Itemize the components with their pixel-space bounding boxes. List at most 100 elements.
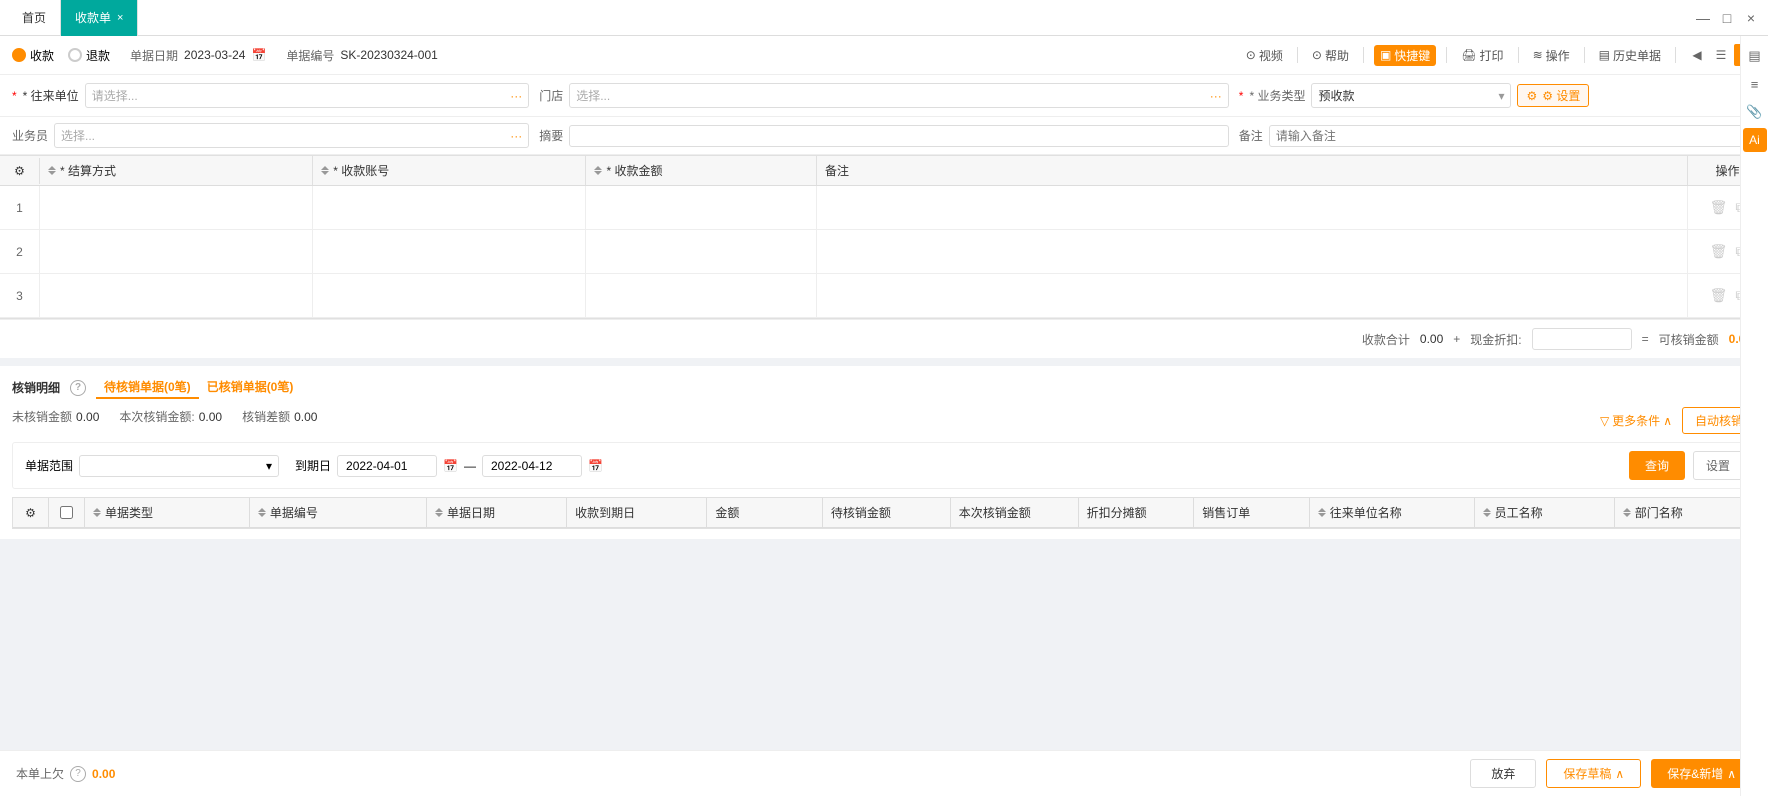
sort-settlement[interactable] bbox=[48, 166, 56, 175]
party-more-icon[interactable]: ··· bbox=[510, 89, 522, 103]
table-row: 1 🗑 ⧉ bbox=[0, 186, 1768, 230]
delete-row1-icon[interactable]: 🗑 bbox=[1710, 199, 1728, 216]
verified-tab[interactable]: 已核销单据(0笔) bbox=[199, 376, 302, 399]
store-input[interactable]: 选择... ··· bbox=[569, 83, 1229, 108]
operations-button[interactable]: ≋ 操作 bbox=[1529, 45, 1574, 66]
unclaimed-stat: 未核销金额 0.00 bbox=[12, 408, 99, 425]
business-required: * bbox=[1239, 89, 1244, 103]
tab-current[interactable]: 收款单 × bbox=[61, 0, 138, 36]
bth-discount: 折扣分摊额 bbox=[1079, 498, 1195, 527]
bth-thistime: 本次核销金额 bbox=[951, 498, 1079, 527]
tab-close-icon[interactable]: × bbox=[117, 12, 123, 24]
summary-label: 摘要 bbox=[539, 127, 563, 144]
cal-end-icon[interactable]: 📅 bbox=[588, 459, 603, 473]
sort-staff[interactable] bbox=[1483, 508, 1491, 517]
tab-home[interactable]: 首页 bbox=[8, 0, 61, 36]
discard-button[interactable]: 放弃 bbox=[1470, 759, 1536, 788]
refund-radio[interactable]: 退款 bbox=[68, 47, 110, 64]
sales-staff-input[interactable]: 选择... ··· bbox=[54, 123, 529, 148]
bth-cb[interactable] bbox=[49, 498, 85, 527]
td-amount-2[interactable] bbox=[586, 230, 817, 273]
sort-account[interactable] bbox=[321, 166, 329, 175]
th-gear[interactable]: ⚙ bbox=[0, 158, 40, 184]
range-label: 单据范围 bbox=[25, 457, 73, 474]
cal-start-icon[interactable]: 📅 bbox=[443, 459, 458, 473]
footer: 本单上欠 ? 0.00 放弃 保存草稿 ∧ 保存&新增 ∧ bbox=[0, 750, 1768, 796]
date-value[interactable]: 2023-03-24 bbox=[184, 48, 245, 62]
bth-dept: 部门名称 bbox=[1615, 498, 1755, 527]
staff-more-icon[interactable]: ··· bbox=[510, 129, 522, 143]
sidebar-table-icon[interactable]: ▤ bbox=[1743, 44, 1767, 68]
range-field: 单据范围 ▾ bbox=[25, 455, 279, 477]
td-amount-1[interactable] bbox=[586, 186, 817, 229]
notes-input[interactable] bbox=[1269, 125, 1756, 147]
pending-tab[interactable]: 待核销单据(0笔) bbox=[96, 376, 199, 399]
delete-row3-icon[interactable]: 🗑 bbox=[1710, 287, 1728, 304]
sidebar-ai-icon[interactable]: Ai bbox=[1743, 128, 1767, 152]
sort-client[interactable] bbox=[1318, 508, 1326, 517]
print-button[interactable]: 🖨 打印 bbox=[1457, 45, 1507, 66]
bottom-table-header: ⚙ 单据类型 单据编号 bbox=[13, 498, 1755, 528]
th-notes: 备注 bbox=[817, 156, 1688, 185]
save-draft-button[interactable]: 保存草稿 ∧ bbox=[1546, 759, 1641, 788]
due-date-start-input[interactable] bbox=[337, 455, 437, 477]
summary-input[interactable] bbox=[569, 125, 1229, 147]
form-fields-row2: 业务员 选择... ··· 摘要 备注 bbox=[0, 117, 1768, 155]
divider3 bbox=[1446, 47, 1447, 63]
more-conditions-button[interactable]: ▽ 更多条件 ∧ bbox=[1600, 412, 1672, 429]
sort-type[interactable] bbox=[93, 508, 101, 517]
sort-amount[interactable] bbox=[594, 166, 602, 175]
td-notes-2[interactable] bbox=[817, 230, 1688, 273]
due-date-end-input[interactable] bbox=[482, 455, 582, 477]
settings-button[interactable]: ⚙ ⚙ 设置 bbox=[1517, 84, 1589, 107]
delete-row2-icon[interactable]: 🗑 bbox=[1710, 243, 1728, 260]
receipt-label: 收款 bbox=[30, 47, 54, 64]
bth-order: 销售订单 bbox=[1194, 498, 1310, 527]
shortcut-button[interactable]: ▣ 快捷键 bbox=[1374, 45, 1436, 66]
td-notes-1[interactable] bbox=[817, 186, 1688, 229]
save-new-button[interactable]: 保存&新增 ∧ bbox=[1651, 759, 1752, 788]
td-settlement-3[interactable] bbox=[40, 274, 313, 317]
date-field: 单据日期 2023-03-24 📅 bbox=[130, 47, 266, 64]
close-button[interactable]: × bbox=[1742, 9, 1760, 27]
party-input[interactable]: 请选择... ··· bbox=[85, 83, 530, 108]
bth-amount: 金额 bbox=[707, 498, 823, 527]
number-value[interactable]: SK-20230324-001 bbox=[340, 48, 437, 62]
history-button[interactable]: ▤ 历史单据 bbox=[1595, 45, 1665, 66]
date-range-sep: — bbox=[464, 459, 476, 473]
query-button[interactable]: 查询 bbox=[1629, 451, 1685, 480]
td-settlement-1[interactable] bbox=[40, 186, 313, 229]
sort-date[interactable] bbox=[435, 508, 443, 517]
list-view-icon[interactable]: ☰ bbox=[1710, 44, 1732, 66]
td-notes-3[interactable] bbox=[817, 274, 1688, 317]
td-account-1[interactable] bbox=[313, 186, 586, 229]
sort-docnum[interactable] bbox=[258, 508, 266, 517]
info-icon[interactable]: ? bbox=[70, 380, 86, 396]
td-amount-3[interactable] bbox=[586, 274, 817, 317]
range-select[interactable]: ▾ bbox=[79, 455, 279, 477]
receipt-radio[interactable]: 收款 bbox=[12, 47, 54, 64]
video-button[interactable]: ⊙ 视频 bbox=[1242, 45, 1287, 66]
sidebar-attach-icon[interactable]: 📎 bbox=[1743, 100, 1767, 124]
td-settlement-2[interactable] bbox=[40, 230, 313, 273]
select-all-checkbox[interactable] bbox=[60, 506, 73, 519]
td-account-3[interactable] bbox=[313, 274, 586, 317]
party-field: * * 往来单位 请选择... ··· bbox=[12, 83, 529, 108]
search-action-buttons: 查询 设置 bbox=[1629, 451, 1743, 480]
receipt-refund-group: 收款 退款 bbox=[12, 47, 110, 64]
prev-info-icon[interactable]: ? bbox=[70, 766, 86, 782]
discount-input[interactable] bbox=[1532, 328, 1632, 350]
store-more-icon[interactable]: ··· bbox=[1210, 89, 1222, 103]
date-calendar-icon[interactable]: 📅 bbox=[251, 48, 266, 62]
maximize-button[interactable]: □ bbox=[1718, 9, 1736, 27]
bth-gear[interactable]: ⚙ bbox=[13, 498, 49, 527]
settings-small-button[interactable]: 设置 bbox=[1693, 451, 1743, 480]
sort-dept[interactable] bbox=[1623, 508, 1631, 517]
nav-prev-button[interactable]: ◀ bbox=[1686, 44, 1708, 66]
business-type-select[interactable]: 预收款 ▾ bbox=[1311, 83, 1511, 108]
td-account-2[interactable] bbox=[313, 230, 586, 273]
help-button[interactable]: ⊙ 帮助 bbox=[1308, 45, 1353, 66]
sidebar-list-icon[interactable]: ≡ bbox=[1743, 72, 1767, 96]
table-row: 2 🗑 ⧉ bbox=[0, 230, 1768, 274]
minimize-button[interactable]: — bbox=[1694, 9, 1712, 27]
